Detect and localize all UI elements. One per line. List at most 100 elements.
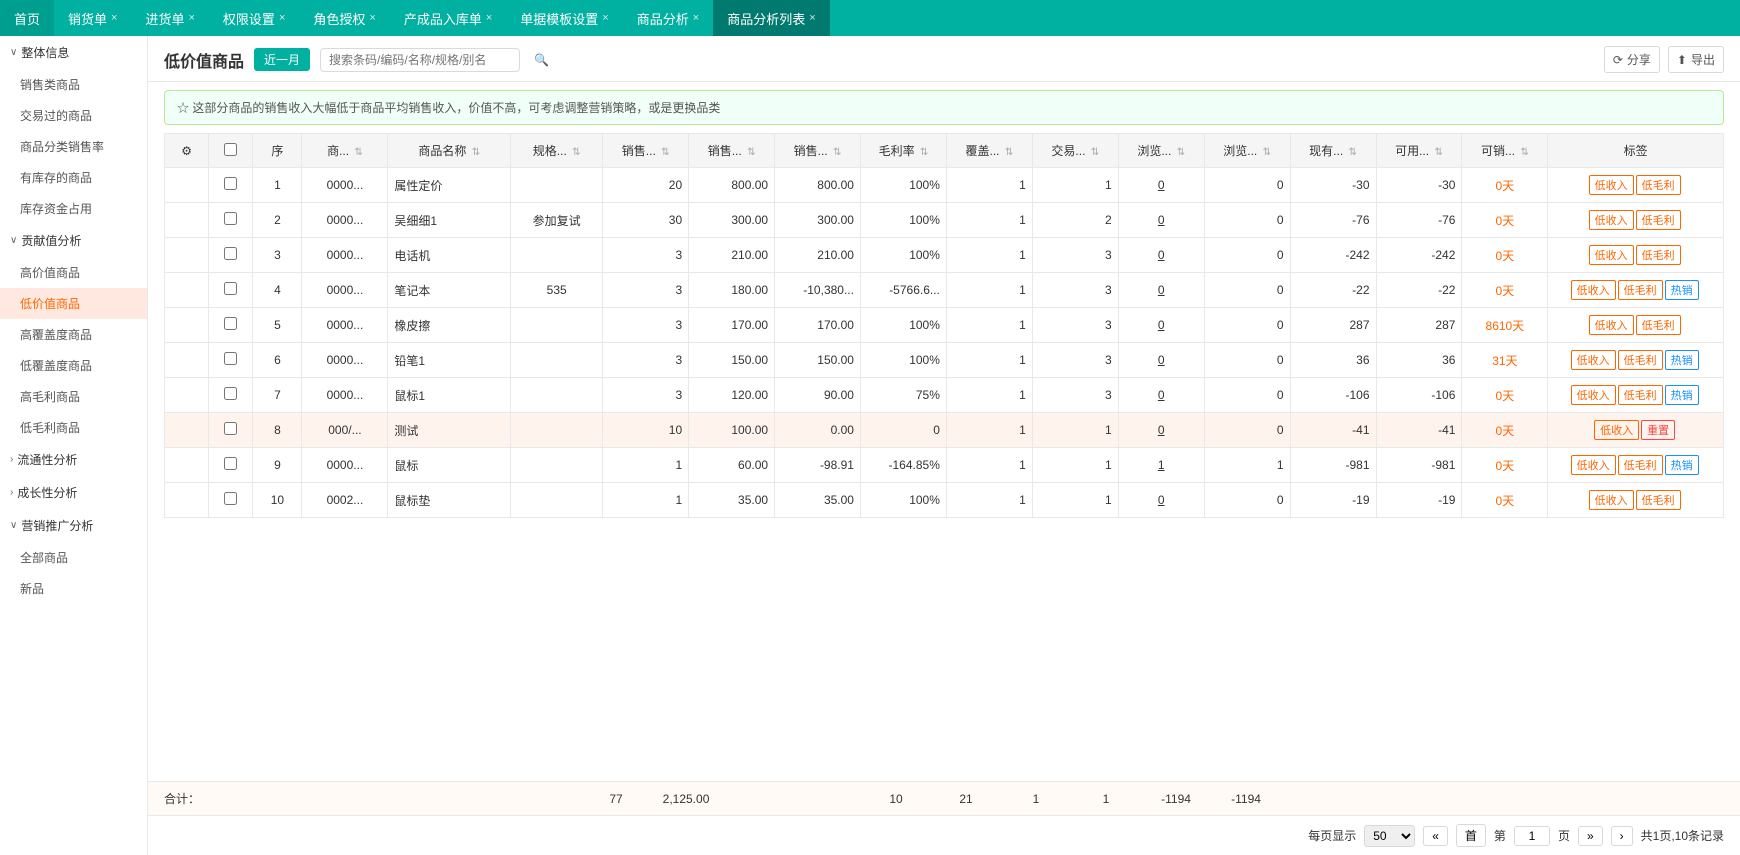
nav-item-销货单[interactable]: 销货单× [54, 0, 131, 36]
nav-close-icon[interactable]: × [188, 12, 194, 24]
nav-item-商品分析[interactable]: 商品分析× [623, 0, 713, 36]
sidebar-item-低价值商品[interactable]: 低价值商品 [0, 288, 147, 319]
sidebar-group-整体信息[interactable]: ∨整体信息 [0, 36, 147, 69]
view1-col-header[interactable]: 浏览... ⇅ [1118, 134, 1204, 168]
nav-item-角色授权[interactable]: 角色授权× [299, 0, 389, 36]
view2-col-header[interactable]: 浏览... ⇅ [1204, 134, 1290, 168]
export-button[interactable]: ⬆ 导出 [1668, 46, 1724, 73]
nav-item-进货单[interactable]: 进货单× [131, 0, 208, 36]
row-checkbox[interactable] [224, 492, 237, 505]
sidebar-item-商品分类销售率[interactable]: 商品分类销售率 [0, 131, 147, 162]
chevron-icon: › [10, 487, 13, 498]
top-nav: 首页销货单×进货单×权限设置×角色授权×产成品入库单×单据模板设置×商品分析×商… [0, 0, 1740, 36]
time-filter-button[interactable]: 近一月 [254, 48, 310, 71]
sidebar-group-贡献值分析[interactable]: ∨贡献值分析 [0, 224, 147, 257]
page-title: 低价值商品 [164, 48, 244, 72]
sidebar-item-高价值商品[interactable]: 高价值商品 [0, 257, 147, 288]
sidebar: ∨整体信息销售类商品交易过的商品商品分类销售率有库存的商品库存资金占用∨贡献值分… [0, 36, 148, 855]
total-label: 共1页,10条记录 [1641, 827, 1724, 844]
select-all-checkbox[interactable] [224, 143, 237, 156]
row-checkbox[interactable] [224, 352, 237, 365]
usable-col-header[interactable]: 可用... ⇅ [1376, 134, 1462, 168]
spec-col-header[interactable]: 规格... ⇅ [511, 134, 603, 168]
tag-重置: 重置 [1641, 420, 1675, 440]
nav-close-icon[interactable]: × [111, 12, 117, 24]
sidebar-item-新品[interactable]: 新品 [0, 573, 147, 604]
nav-close-icon[interactable]: × [602, 12, 608, 24]
sidebar-item-有库存的商品[interactable]: 有库存的商品 [0, 162, 147, 193]
prev-page-button[interactable]: 首 [1456, 824, 1486, 847]
row-checkbox[interactable] [224, 247, 237, 260]
nav-close-icon[interactable]: × [486, 12, 492, 24]
nav-item-单据模板设置[interactable]: 单据模板设置× [506, 0, 622, 36]
name-col-header[interactable]: 商品名称 ⇅ [388, 134, 511, 168]
page-suffix: 页 [1558, 827, 1570, 844]
export-icon: ⬆ [1677, 53, 1687, 67]
search-icon[interactable]: 🔍 [534, 53, 549, 67]
tag-低毛利: 低毛利 [1618, 455, 1663, 475]
nav-close-icon[interactable]: × [693, 12, 699, 24]
current-col-header[interactable]: 现有... ⇅ [1290, 134, 1376, 168]
trade-col-header[interactable]: 交易... ⇅ [1032, 134, 1118, 168]
nav-item-权限设置[interactable]: 权限设置× [209, 0, 299, 36]
tag-热销: 热销 [1665, 385, 1699, 405]
nav-close-icon[interactable]: × [279, 12, 285, 24]
sidebar-item-库存资金占用[interactable]: 库存资金占用 [0, 193, 147, 224]
nav-item-商品分析列表[interactable]: 商品分析列表× [713, 0, 829, 36]
sidebar-item-全部商品[interactable]: 全部商品 [0, 542, 147, 573]
sidebar-item-高毛利商品[interactable]: 高毛利商品 [0, 381, 147, 412]
tag-低收入: 低收入 [1589, 245, 1634, 265]
table-row: 60000...铅笔13150.00150.00100%1300363631天低… [165, 343, 1724, 378]
nav-close-icon[interactable]: × [809, 12, 815, 24]
next-page-button[interactable]: » [1578, 826, 1603, 846]
row-checkbox[interactable] [224, 387, 237, 400]
sidebar-item-低毛利商品[interactable]: 低毛利商品 [0, 412, 147, 443]
footer-cell: -1194 [1211, 792, 1281, 806]
nav-item-首页[interactable]: 首页 [0, 0, 54, 36]
table-row: 50000...橡皮擦3170.00170.00100%130028728786… [165, 308, 1724, 343]
tag-低收入: 低收入 [1589, 490, 1634, 510]
sidebar-group-营销推广分析[interactable]: ∨营销推广分析 [0, 509, 147, 542]
chevron-icon: ∨ [10, 520, 17, 531]
sales-amt-col-header[interactable]: 销售... ⇅ [775, 134, 861, 168]
sidebar-group-流通性分析[interactable]: ›流通性分析 [0, 443, 147, 476]
saleable-col-header[interactable]: 可销... ⇅ [1462, 134, 1548, 168]
sidebar-item-低覆盖度商品[interactable]: 低覆盖度商品 [0, 350, 147, 381]
sales-price-col-header[interactable]: 销售... ⇅ [689, 134, 775, 168]
nav-close-icon[interactable]: × [369, 12, 375, 24]
first-page-button[interactable]: « [1423, 826, 1448, 846]
code-col-header[interactable]: 商... ⇅ [302, 134, 388, 168]
footer-cell: 1 [1071, 792, 1141, 806]
search-input[interactable] [320, 48, 520, 72]
table-row: 30000...电话机3210.00210.00100%1300-242-242… [165, 238, 1724, 273]
row-checkbox[interactable] [224, 282, 237, 295]
footer-cell: 2,125.00 [651, 792, 721, 806]
sales-qty-col-header[interactable]: 销售... ⇅ [603, 134, 689, 168]
nav-item-产成品入库单[interactable]: 产成品入库单× [390, 0, 506, 36]
row-checkbox[interactable] [224, 457, 237, 470]
content-area: 低价值商品 近一月 🔍 ⟳ 分享 ⬆ 导出 ☆ 这部分商品的销售收入 [148, 36, 1740, 855]
settings-col-header[interactable]: ⚙ [165, 134, 209, 168]
gross-rate-col-header[interactable]: 毛利率 ⇅ [860, 134, 946, 168]
sidebar-item-交易过的商品[interactable]: 交易过的商品 [0, 100, 147, 131]
sidebar-item-销售类商品[interactable]: 销售类商品 [0, 69, 147, 100]
check-col-header[interactable] [209, 134, 253, 168]
footer-values: 772,125.00102111-1194-1194 [224, 792, 1724, 806]
page-number-input[interactable] [1514, 826, 1550, 846]
chevron-icon: › [10, 454, 13, 465]
share-icon: ⟳ [1613, 53, 1623, 67]
tag-低毛利: 低毛利 [1618, 280, 1663, 300]
footer-cell: 10 [861, 792, 931, 806]
sidebar-item-高覆盖度商品[interactable]: 高覆盖度商品 [0, 319, 147, 350]
page-size-select[interactable]: 50 100 200 [1364, 825, 1415, 847]
row-checkbox[interactable] [224, 177, 237, 190]
row-checkbox[interactable] [224, 317, 237, 330]
last-page-button[interactable]: › [1611, 826, 1633, 846]
share-button[interactable]: ⟳ 分享 [1604, 46, 1660, 73]
coverage-col-header[interactable]: 覆盖... ⇅ [946, 134, 1032, 168]
row-checkbox[interactable] [224, 422, 237, 435]
row-checkbox[interactable] [224, 212, 237, 225]
table-row: 40000...笔记本5353180.00-10,380...-5766.6..… [165, 273, 1724, 308]
chevron-icon: ∨ [10, 235, 17, 246]
sidebar-group-成长性分析[interactable]: ›成长性分析 [0, 476, 147, 509]
